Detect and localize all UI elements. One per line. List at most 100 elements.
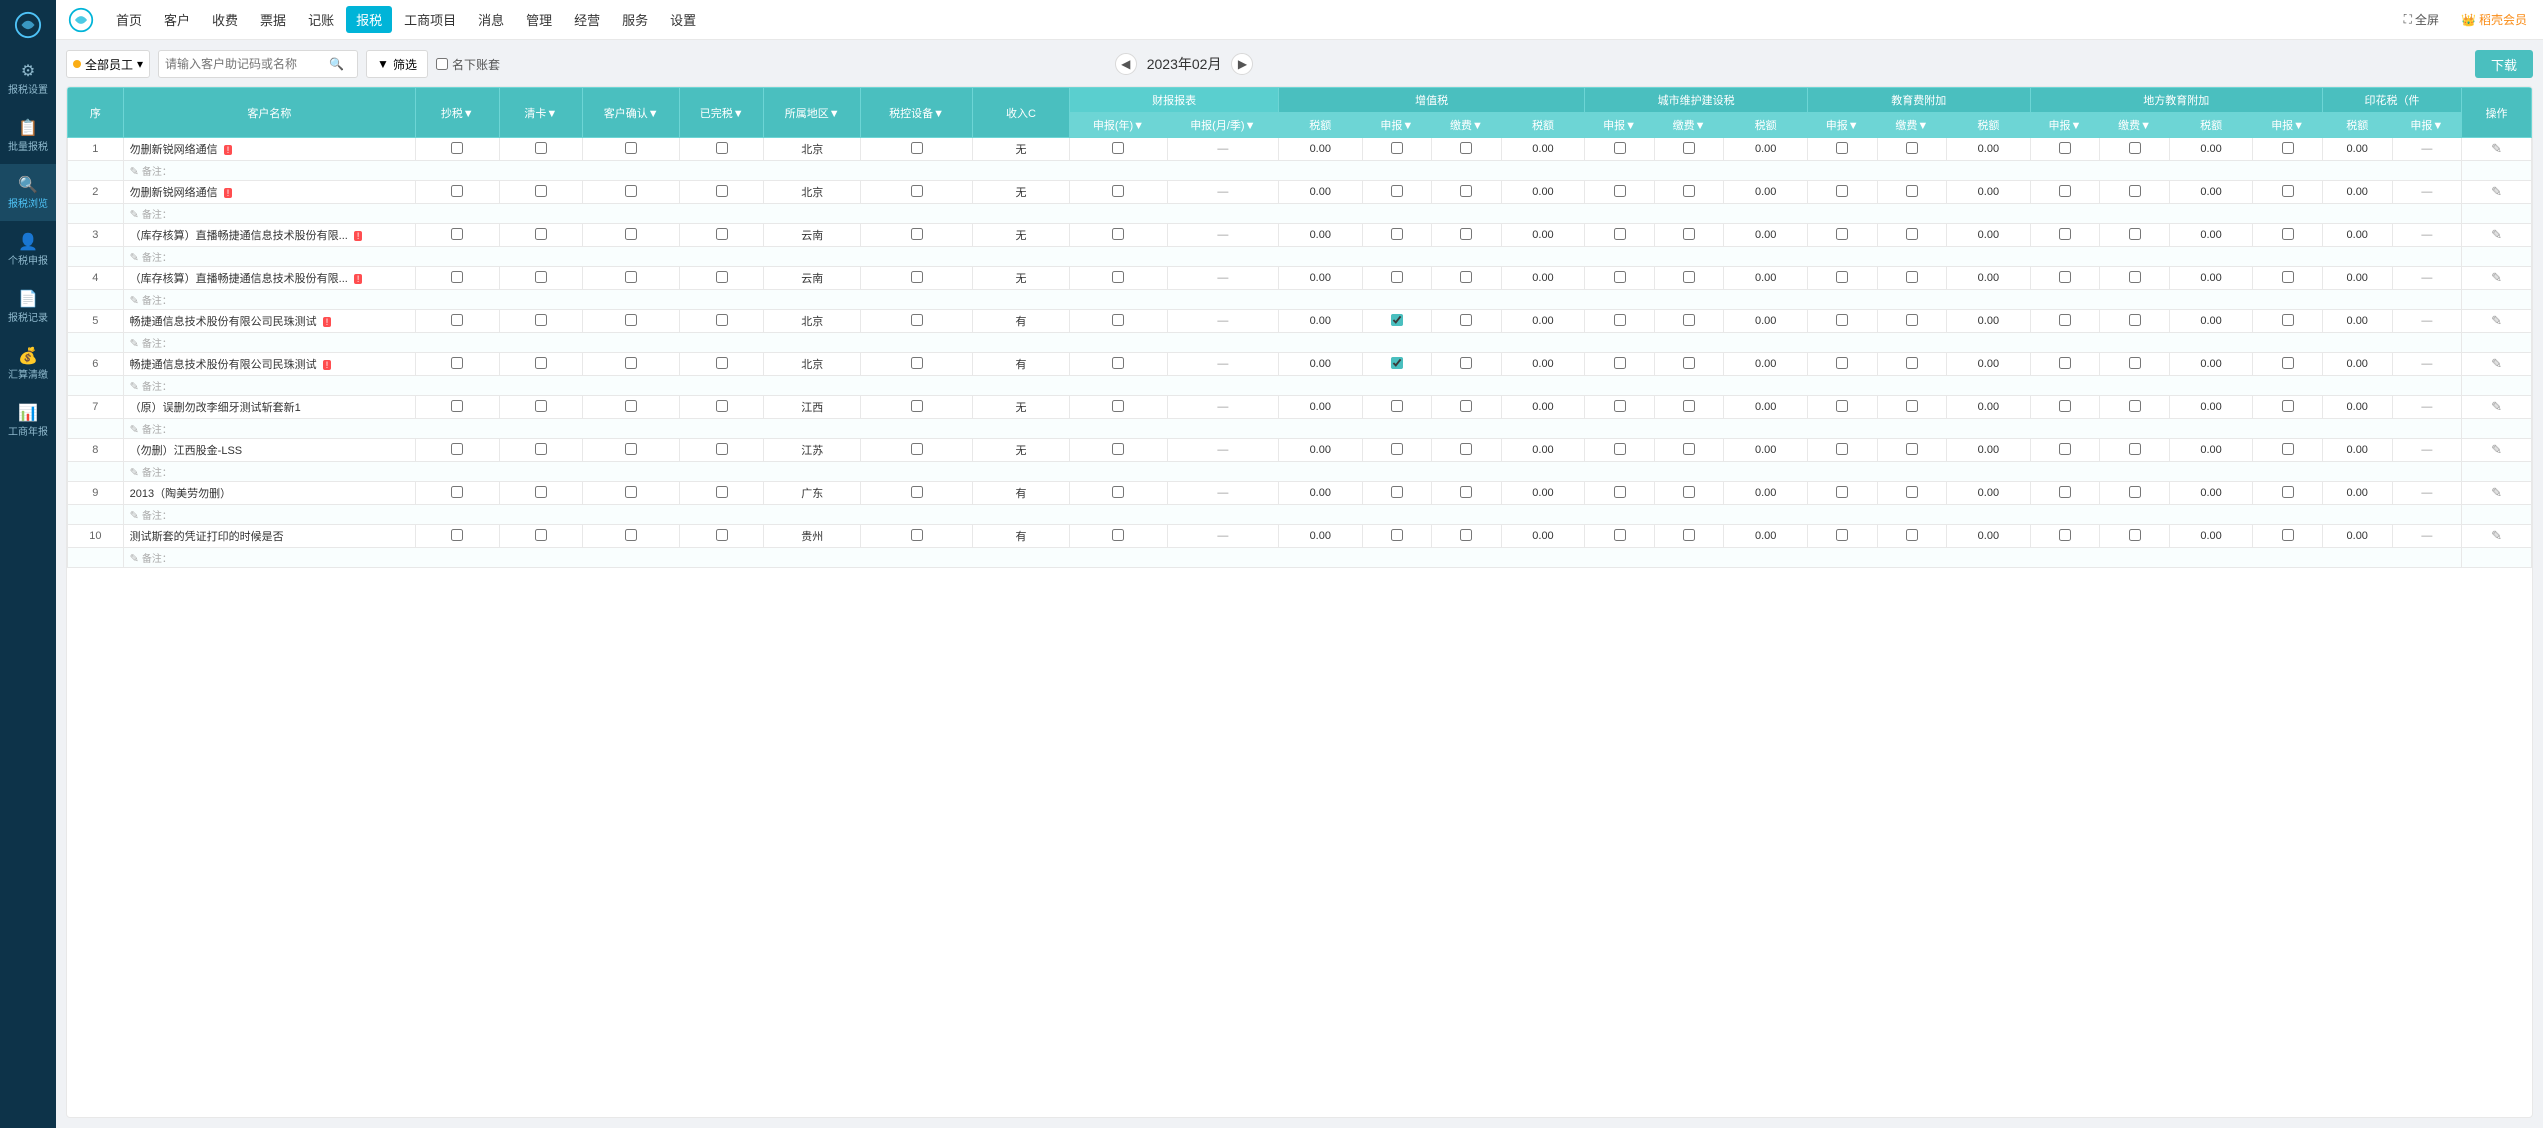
j-pay-checkbox[interactable] (1906, 271, 1918, 283)
edit-icon[interactable]: ✎ (2491, 270, 2502, 285)
cell-c-declare[interactable] (1585, 482, 1655, 505)
caiwu-year-checkbox[interactable] (1112, 228, 1124, 240)
clear-checkbox[interactable] (535, 400, 547, 412)
named-list-check[interactable] (436, 58, 448, 70)
cell-tax[interactable] (416, 525, 500, 548)
cell-caiwu-year[interactable] (1070, 310, 1167, 333)
d-pay-checkbox[interactable] (2129, 271, 2141, 283)
nav-settings[interactable]: 设置 (660, 6, 706, 33)
cell-c-pay[interactable] (1654, 482, 1724, 505)
cell-z-pay[interactable] (1432, 396, 1502, 419)
d-declare-checkbox[interactable] (2059, 529, 2071, 541)
cell-clear[interactable] (499, 396, 583, 419)
d-declare2-checkbox[interactable] (2282, 443, 2294, 455)
cell-tax[interactable] (416, 396, 500, 419)
cell-y-declare[interactable]: — (2392, 439, 2462, 462)
c-declare-checkbox[interactable] (1614, 314, 1626, 326)
z-pay-checkbox[interactable] (1460, 271, 1472, 283)
tax-checkbox[interactable] (451, 228, 463, 240)
cell-c-pay[interactable] (1654, 138, 1724, 161)
th-d-pay[interactable]: 缴费▼ (2100, 113, 2170, 138)
z-declare-checkbox[interactable] (1391, 400, 1403, 412)
cell-y-declare[interactable]: — (2392, 482, 2462, 505)
confirm-checkbox[interactable] (625, 185, 637, 197)
main-table-container[interactable]: 序 客户名称 抄税▼ 清卡▼ 客户确认▼ 已完税▼ 所属地区▼ 税控设备▼ 收入… (66, 86, 2533, 1118)
cell-caiwu-year[interactable] (1070, 439, 1167, 462)
cell-confirm[interactable] (583, 482, 680, 505)
d-declare-checkbox[interactable] (2059, 314, 2071, 326)
prev-month-button[interactable]: ◀ (1115, 53, 1137, 75)
cell-done[interactable] (680, 138, 764, 161)
d-declare-checkbox[interactable] (2059, 185, 2071, 197)
clear-checkbox[interactable] (535, 357, 547, 369)
cell-clear[interactable] (499, 181, 583, 204)
confirm-checkbox[interactable] (625, 357, 637, 369)
confirm-checkbox[interactable] (625, 443, 637, 455)
z-declare-checkbox[interactable] (1391, 228, 1403, 240)
done-checkbox[interactable] (716, 185, 728, 197)
cell-c-pay[interactable] (1654, 439, 1724, 462)
tax-checkbox[interactable] (451, 314, 463, 326)
j-pay-checkbox[interactable] (1906, 400, 1918, 412)
cell-z-declare[interactable] (1362, 353, 1432, 376)
cell-taxdev[interactable] (861, 138, 972, 161)
th-done[interactable]: 已完税▼ (680, 88, 764, 138)
edit-icon[interactable]: ✎ (2491, 485, 2502, 500)
sidebar-item-tax-settings[interactable]: ⚙ 报税设置 (0, 50, 56, 107)
d-declare-checkbox[interactable] (2059, 486, 2071, 498)
cell-confirm[interactable] (583, 138, 680, 161)
cell-done[interactable] (680, 224, 764, 247)
tax-checkbox[interactable] (451, 271, 463, 283)
d-pay-checkbox[interactable] (2129, 314, 2141, 326)
cell-confirm[interactable] (583, 396, 680, 419)
filter-button[interactable]: ▼ 筛选 (366, 50, 428, 78)
nav-customer[interactable]: 客户 (154, 6, 200, 33)
cell-j-declare[interactable] (1807, 439, 1877, 462)
c-pay-checkbox[interactable] (1683, 314, 1695, 326)
clear-checkbox[interactable] (535, 529, 547, 541)
j-pay-checkbox[interactable] (1906, 142, 1918, 154)
cell-j-pay[interactable] (1877, 224, 1947, 247)
nav-invoice[interactable]: 票据 (250, 6, 296, 33)
cell-taxdev[interactable] (861, 396, 972, 419)
c-declare-checkbox[interactable] (1614, 400, 1626, 412)
nav-messages[interactable]: 消息 (468, 6, 514, 33)
j-declare-checkbox[interactable] (1836, 228, 1848, 240)
cell-d-declare[interactable] (2030, 310, 2100, 333)
cell-actions[interactable]: ✎ (2462, 396, 2532, 419)
th-j-pay[interactable]: 缴费▼ (1877, 113, 1947, 138)
cell-j-declare[interactable] (1807, 224, 1877, 247)
d-declare-checkbox[interactable] (2059, 357, 2071, 369)
cell-taxdev[interactable] (861, 439, 972, 462)
cell-caiwu-month[interactable]: — (1167, 439, 1278, 462)
j-pay-checkbox[interactable] (1906, 185, 1918, 197)
z-pay-checkbox[interactable] (1460, 400, 1472, 412)
cell-j-pay[interactable] (1877, 138, 1947, 161)
cell-confirm[interactable] (583, 525, 680, 548)
taxdev-checkbox[interactable] (911, 271, 923, 283)
cell-clear[interactable] (499, 138, 583, 161)
c-pay-checkbox[interactable] (1683, 271, 1695, 283)
cell-done[interactable] (680, 353, 764, 376)
j-pay-checkbox[interactable] (1906, 486, 1918, 498)
done-checkbox[interactable] (716, 271, 728, 283)
th-caiwubao-year[interactable]: 申报(年)▼ (1070, 113, 1167, 138)
cell-j-declare[interactable] (1807, 310, 1877, 333)
tax-checkbox[interactable] (451, 486, 463, 498)
cell-z-declare[interactable] (1362, 525, 1432, 548)
th-d-declare[interactable]: 申报▼ (2030, 113, 2100, 138)
j-declare-checkbox[interactable] (1836, 529, 1848, 541)
cell-caiwu-month[interactable]: — (1167, 482, 1278, 505)
cell-actions[interactable]: ✎ (2462, 224, 2532, 247)
d-pay-checkbox[interactable] (2129, 185, 2141, 197)
cell-j-declare[interactable] (1807, 353, 1877, 376)
d-declare2-checkbox[interactable] (2282, 228, 2294, 240)
cell-d-declare2[interactable] (2253, 482, 2323, 505)
tax-checkbox[interactable] (451, 529, 463, 541)
cell-d-declare[interactable] (2030, 353, 2100, 376)
tax-checkbox[interactable] (451, 185, 463, 197)
cell-c-declare[interactable] (1585, 138, 1655, 161)
cell-z-declare[interactable] (1362, 267, 1432, 290)
cell-d-declare2[interactable] (2253, 224, 2323, 247)
cell-taxdev[interactable] (861, 224, 972, 247)
